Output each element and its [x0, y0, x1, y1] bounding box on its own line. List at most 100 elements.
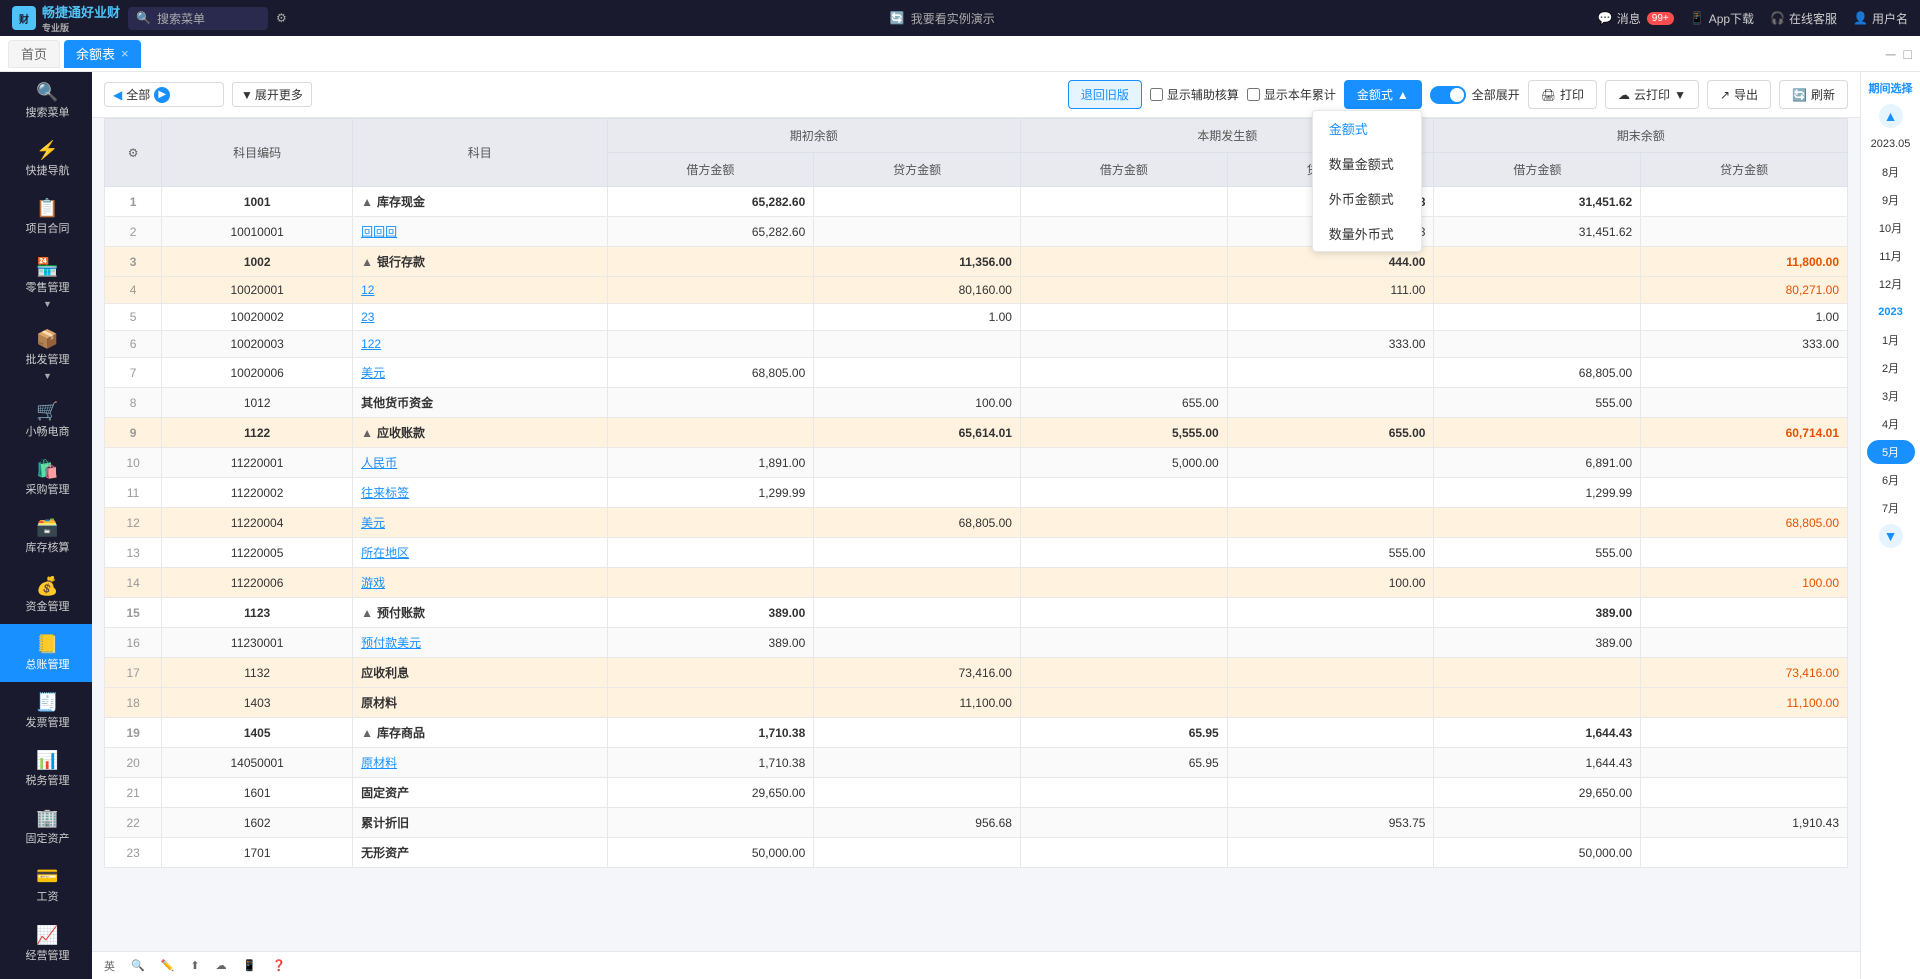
export-btn[interactable]: ↗ 导出 [1707, 80, 1771, 109]
period-1[interactable]: 1月 [1867, 328, 1915, 352]
lang-btn[interactable]: 英 [104, 958, 115, 974]
sidebar-item-tax[interactable]: 📊 税务管理 [0, 740, 92, 798]
column-settings-icon[interactable]: ⚙ [128, 146, 139, 160]
sidebar-item-salary[interactable]: 💳 工资 [0, 856, 92, 914]
cloud-print-btn[interactable]: ☁ 云打印 ▼ [1605, 80, 1699, 109]
period-6[interactable]: 6月 [1867, 468, 1915, 492]
period-8[interactable]: 8月 [1867, 160, 1915, 184]
cloud-btn[interactable]: ☁ [216, 959, 227, 972]
refresh-btn[interactable]: 🔄 刷新 [1779, 80, 1848, 109]
user-avatar[interactable]: 👤 用户名 [1853, 10, 1908, 27]
table-row-subject[interactable]: ▲银行存款 [353, 247, 607, 277]
print-btn[interactable]: 🖨 打印 [1528, 80, 1597, 109]
table-row-subject[interactable]: 122 [353, 331, 607, 358]
table-row-subject[interactable]: 应收利息 [353, 658, 607, 688]
table-row-subject[interactable]: 无形资产 [353, 838, 607, 868]
sidebar-item-quicknav[interactable]: ⚡ 快捷导航 [0, 130, 92, 188]
help-btn[interactable]: ❓ [272, 959, 286, 972]
sidebar-item-inventory[interactable]: 🗃️ 库存核算 [0, 507, 92, 565]
sidebar-item-sales[interactable]: 📣 小畅报销 [0, 973, 92, 979]
table-row-subject[interactable]: 预付款美元 [353, 628, 607, 658]
nav-forward-icon[interactable]: ▶ [154, 87, 170, 103]
menu-search[interactable]: 🔍 搜索菜单 [128, 7, 268, 30]
edit-btn[interactable]: ✏️ [161, 959, 175, 972]
message-btn[interactable]: 💬 消息 99+ [1598, 10, 1674, 27]
period-9[interactable]: 9月 [1867, 188, 1915, 212]
ytd-checkbox[interactable] [1247, 88, 1260, 101]
table-row-subject[interactable]: 往来标签 [353, 478, 607, 508]
subject-link[interactable]: 预付款美元 [361, 636, 421, 650]
tab-home[interactable]: 首页 [8, 40, 60, 68]
sidebar-item-ledger[interactable]: 📒 总账管理 [0, 624, 92, 682]
subject-link[interactable]: 原材料 [361, 756, 397, 770]
table-row-subject[interactable]: 累计折旧 [353, 808, 607, 838]
period-nav-up[interactable]: ▲ [1879, 104, 1903, 128]
sidebar-item-retail[interactable]: 🏪 零售管理 ▼ [0, 247, 92, 319]
zoom-btn[interactable]: 🔍 [131, 959, 145, 972]
sidebar-item-capital[interactable]: 💰 资金管理 [0, 566, 92, 624]
table-row-subject[interactable]: 回回回 [353, 217, 607, 247]
table-row-subject[interactable]: 其他货币资金 [353, 388, 607, 418]
online-service-btn[interactable]: 🎧 在线客服 [1770, 10, 1837, 27]
mode-amount[interactable]: 金额式 [1313, 111, 1421, 146]
period-5-active[interactable]: 5月 [1867, 440, 1915, 464]
mode-foreign-amount[interactable]: 外币金额式 [1313, 181, 1421, 216]
upload-btn[interactable]: ⬆ [190, 959, 199, 972]
table-row-subject[interactable]: ▲库存现金 [353, 187, 607, 217]
table-row-subject[interactable]: ▲库存商品 [353, 718, 607, 748]
subject-link[interactable]: 回回回 [361, 225, 397, 239]
window-min-btn[interactable]: ─ [1886, 46, 1896, 62]
demo-link[interactable]: 🔄 我要看实例演示 [890, 10, 995, 27]
table-row-subject[interactable]: ▲应收账款 [353, 418, 607, 448]
expand-all-toggle[interactable]: 全部展开 [1430, 86, 1520, 104]
mode-qty-amount[interactable]: 数量金额式 [1313, 146, 1421, 181]
sidebar-item-search[interactable]: 🔍 搜索菜单 [0, 72, 92, 130]
app-download-btn[interactable]: 📱 App下载 [1690, 10, 1754, 27]
scope-filter[interactable]: ◀ 全部 ▶ [104, 82, 224, 107]
window-max-btn[interactable]: □ [1904, 46, 1912, 62]
subject-link[interactable]: 人民币 [361, 456, 397, 470]
table-row-subject[interactable]: 12 [353, 277, 607, 304]
table-row-subject[interactable]: 美元 [353, 358, 607, 388]
table-row-subject[interactable]: ▲预付账款 [353, 598, 607, 628]
period-3[interactable]: 3月 [1867, 384, 1915, 408]
subject-link[interactable]: 游戏 [361, 576, 385, 590]
subject-link[interactable]: 美元 [361, 366, 385, 380]
show-assist-check[interactable]: 显示辅助核算 [1150, 86, 1239, 103]
sidebar-item-project[interactable]: 📋 项目合同 [0, 188, 92, 246]
table-row-subject[interactable]: 原材料 [353, 688, 607, 718]
table-row-subject[interactable]: 所在地区 [353, 538, 607, 568]
sidebar-item-ecommerce[interactable]: 🛒 小畅电商 [0, 391, 92, 449]
sidebar-item-wholesale[interactable]: 📦 批发管理 ▼ [0, 319, 92, 391]
period-year-2023[interactable]: 2023 [1867, 300, 1915, 324]
settings-icon[interactable]: ⚙ [276, 11, 287, 25]
period-nav-down[interactable]: ▼ [1879, 524, 1903, 548]
table-row-subject[interactable]: 游戏 [353, 568, 607, 598]
subject-link[interactable]: 122 [361, 337, 381, 351]
subject-link[interactable]: 所在地区 [361, 546, 409, 560]
show-ytd-check[interactable]: 显示本年累计 [1247, 86, 1336, 103]
subject-link[interactable]: 美元 [361, 516, 385, 530]
period-12[interactable]: 12月 [1867, 272, 1915, 296]
amount-mode-btn[interactable]: 金额式 ▲ [1344, 80, 1422, 109]
table-row-subject[interactable]: 固定资产 [353, 778, 607, 808]
subject-link[interactable]: 23 [361, 310, 374, 324]
period-4[interactable]: 4月 [1867, 412, 1915, 436]
assist-checkbox[interactable] [1150, 88, 1163, 101]
tab-balance-sheet[interactable]: 余额表 × [64, 40, 141, 68]
sidebar-item-invoice[interactable]: 🧾 发票管理 [0, 682, 92, 740]
table-row-subject[interactable]: 原材料 [353, 748, 607, 778]
table-row-subject[interactable]: 美元 [353, 508, 607, 538]
subject-link[interactable]: 12 [361, 283, 374, 297]
sidebar-item-purchase[interactable]: 🛍️ 采购管理 [0, 449, 92, 507]
mode-qty-foreign[interactable]: 数量外币式 [1313, 216, 1421, 251]
table-row-subject[interactable]: 23 [353, 304, 607, 331]
expand-more-btn[interactable]: ▼ 展开更多 [232, 82, 312, 107]
tab-close-btn[interactable]: × [121, 46, 129, 61]
period-7[interactable]: 7月 [1867, 496, 1915, 520]
table-row-subject[interactable]: 人民币 [353, 448, 607, 478]
amount-mode-dropdown[interactable]: 金额式 ▲ 金额式 数量金额式 外币金额式 数量外币式 [1344, 80, 1422, 109]
sidebar-item-assets[interactable]: 🏢 固定资产 [0, 798, 92, 856]
switch-control[interactable] [1430, 86, 1466, 104]
col-settings-header[interactable]: ⚙ [105, 119, 162, 187]
